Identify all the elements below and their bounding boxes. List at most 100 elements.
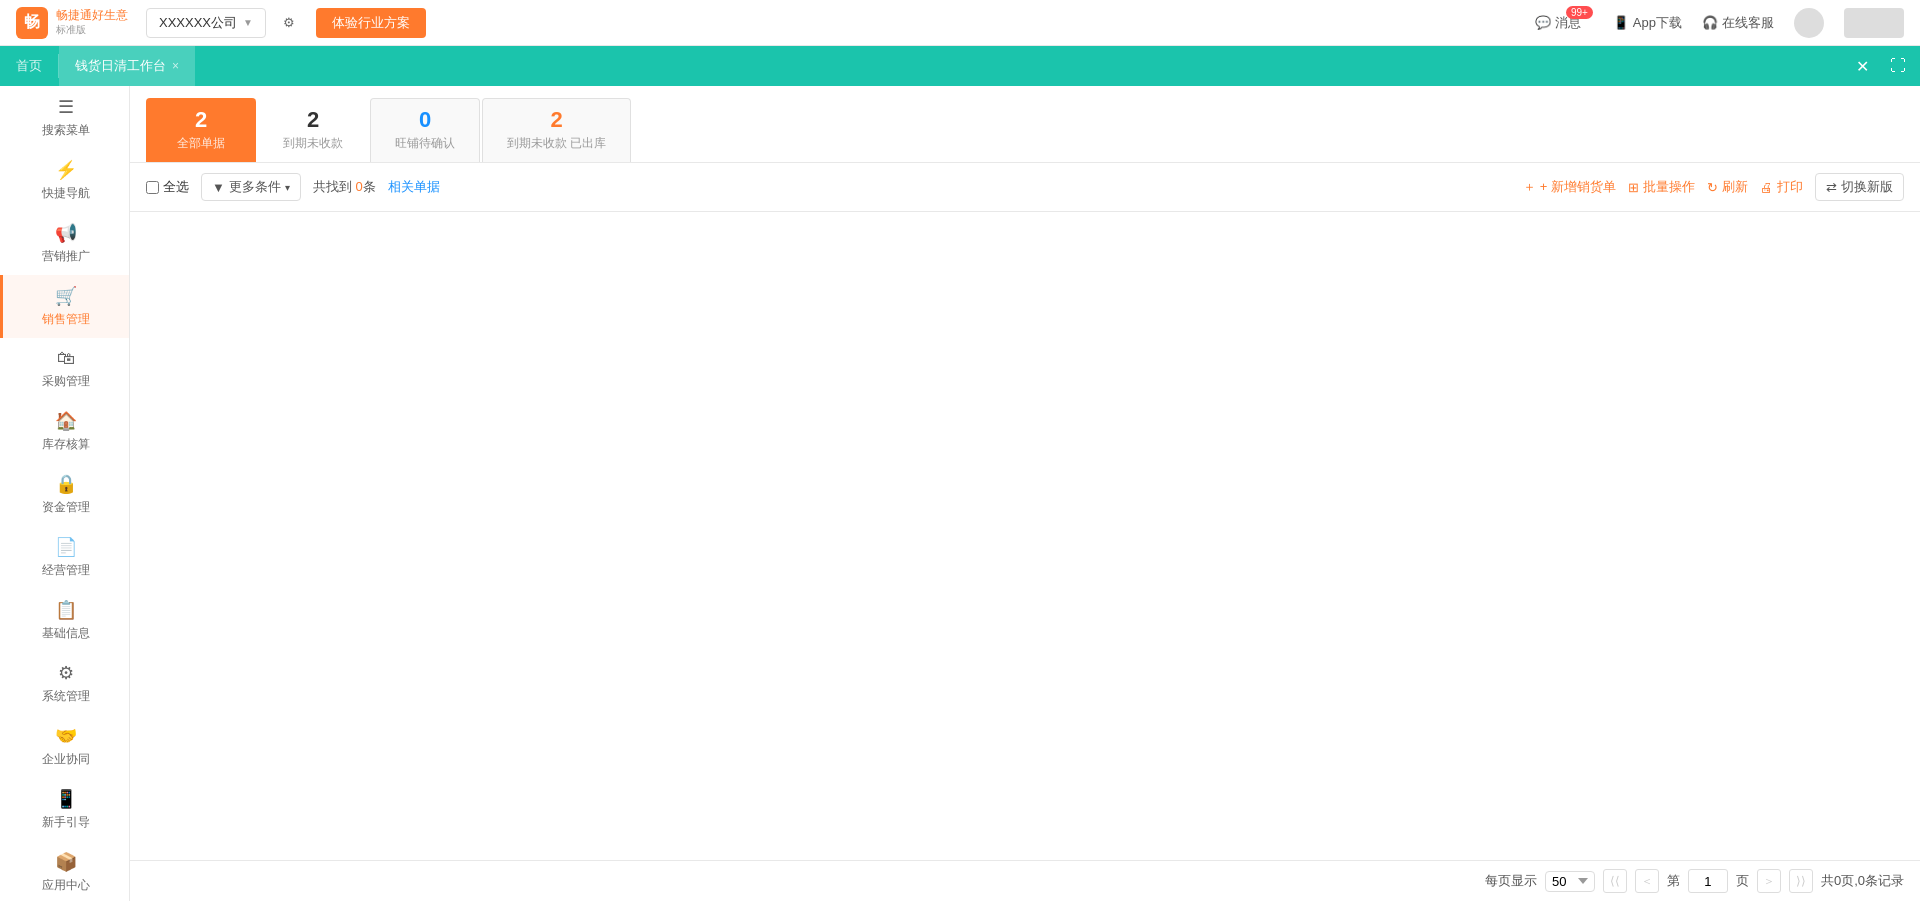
toolbar-right: ＋ + 新增销货单 ⊞ 批量操作 ↻ 刷新 🖨 打印 ⇄ 切换新版 xyxy=(1523,173,1904,201)
sales-icon: 🛒 xyxy=(55,285,77,307)
fullscreen-tab-button[interactable]: ⛶ xyxy=(1884,52,1912,80)
beginner-guide-icon: 📱 xyxy=(55,788,77,810)
prev-page-button[interactable]: ＜ xyxy=(1635,869,1659,893)
filter-icon: ▼ xyxy=(212,180,225,195)
sidebar-item-marketing[interactable]: 📢 营销推广 xyxy=(0,212,129,275)
related-link[interactable]: 相关单据 xyxy=(388,178,440,196)
batch-operations-button[interactable]: ⊞ 批量操作 xyxy=(1628,178,1695,196)
logo-badge: 标准版 xyxy=(56,23,128,37)
sidebar-item-sales[interactable]: 🛒 销售管理 xyxy=(0,275,129,338)
page-size-label: 每页显示 xyxy=(1485,872,1537,890)
user-avatar[interactable] xyxy=(1794,8,1824,38)
quick-nav-icon: ⚡ xyxy=(55,159,77,181)
stat-number-pending: 0 xyxy=(419,107,431,133)
print-icon: 🖨 xyxy=(1760,180,1773,195)
basic-info-label: 基础信息 xyxy=(42,625,90,642)
app-download-label: App下载 xyxy=(1633,14,1682,32)
close-tab-button[interactable]: × xyxy=(172,59,179,73)
filter-button[interactable]: ▼ 更多条件 ▾ xyxy=(201,173,301,201)
logo-text: 畅捷通好生意 xyxy=(56,8,128,24)
sidebar-item-inventory[interactable]: 🏠 库存核算 xyxy=(0,400,129,463)
stat-label-pending: 旺铺待确认 xyxy=(395,135,455,152)
next-page-button[interactable]: ＞ xyxy=(1757,869,1781,893)
trial-button[interactable]: 体验行业方案 xyxy=(316,8,426,38)
home-tab-label: 首页 xyxy=(16,57,42,75)
workbench-tab-label: 钱货日清工作台 xyxy=(75,57,166,75)
online-service-item[interactable]: 🎧 在线客服 xyxy=(1702,14,1774,32)
collapse-tab-button[interactable]: ✕ xyxy=(1848,52,1876,80)
found-text: 共找到 0条 xyxy=(313,178,376,196)
sidebar-item-app-center[interactable]: 📦 应用中心 xyxy=(0,841,129,901)
stat-number-all: 2 xyxy=(195,107,207,133)
funds-icon: 🔒 xyxy=(55,473,77,495)
sys-mgmt-label: 系统管理 xyxy=(42,688,90,705)
search-menu-label: 搜索菜单 xyxy=(42,122,90,139)
marketing-label: 营销推广 xyxy=(42,248,90,265)
stat-tab-overdue[interactable]: 2 到期未收款 xyxy=(258,98,368,162)
switch-icon: ⇄ xyxy=(1826,180,1837,195)
notification-badge: 99+ xyxy=(1566,6,1593,19)
beginner-guide-label: 新手引导 xyxy=(42,814,90,831)
switch-version-button[interactable]: ⇄ 切换新版 xyxy=(1815,173,1904,201)
refresh-button[interactable]: ↻ 刷新 xyxy=(1707,178,1748,196)
quick-nav-label: 快捷导航 xyxy=(42,185,90,202)
headset-icon: 🎧 xyxy=(1702,15,1718,30)
company-selector[interactable]: XXXXXX公司 ▼ xyxy=(146,8,266,38)
logo-icon: 畅 xyxy=(16,7,48,39)
found-unit: 条 xyxy=(363,179,376,194)
sidebar-item-purchase[interactable]: 🛍 采购管理 xyxy=(0,338,129,400)
enterprise-coop-label: 企业协同 xyxy=(42,751,90,768)
sidebar-item-enterprise-coop[interactable]: 🤝 企业协同 xyxy=(0,715,129,778)
nav-tabs-actions: ✕ ⛶ xyxy=(1848,46,1920,86)
last-page-button[interactable]: ⟩⟩ xyxy=(1789,869,1813,893)
found-prefix: 共找到 xyxy=(313,179,352,194)
sidebar-item-sys-mgmt[interactable]: ⚙ 系统管理 xyxy=(0,652,129,715)
add-sales-order-button[interactable]: ＋ + 新增销货单 xyxy=(1523,178,1616,196)
switch-btn-label: 切换新版 xyxy=(1841,178,1893,196)
page-size-select[interactable]: 50 20 100 xyxy=(1545,871,1595,892)
refresh-icon: ↻ xyxy=(1707,180,1718,195)
app-center-icon: 📦 xyxy=(55,851,77,873)
marketing-icon: 📢 xyxy=(55,222,77,244)
stat-tab-all[interactable]: 2 全部单据 xyxy=(146,98,256,162)
home-tab[interactable]: 首页 xyxy=(0,46,58,86)
sidebar-item-search-menu[interactable]: ☰ 搜索菜单 xyxy=(0,86,129,149)
select-all-input[interactable] xyxy=(146,181,159,194)
username-area[interactable] xyxy=(1844,8,1904,38)
select-all-checkbox[interactable]: 全选 xyxy=(146,178,189,196)
notification-item[interactable]: 💬 消息 99+ xyxy=(1535,14,1581,32)
refresh-btn-label: 刷新 xyxy=(1722,178,1748,196)
table-area xyxy=(130,212,1920,860)
top-header: 畅 畅捷通好生意 标准版 XXXXXX公司 ▼ ⚙ 体验行业方案 💬 消息 99… xyxy=(0,0,1920,46)
purchase-label: 采购管理 xyxy=(42,373,90,390)
content-area: 2 全部单据 2 到期未收款 0 旺铺待确认 2 到期未收款 已出库 全选 xyxy=(130,86,1920,901)
print-button[interactable]: 🖨 打印 xyxy=(1760,178,1803,196)
stat-number-overdue: 2 xyxy=(307,107,319,133)
sidebar-item-basic-info[interactable]: 📋 基础信息 xyxy=(0,589,129,652)
workbench-tab[interactable]: 钱货日清工作台 × xyxy=(59,46,195,86)
first-page-button[interactable]: ⟨⟨ xyxy=(1603,869,1627,893)
app-download-item[interactable]: 📱 App下载 xyxy=(1613,14,1682,32)
inventory-icon: 🏠 xyxy=(55,410,77,432)
operations-label: 经营管理 xyxy=(42,562,90,579)
page-label: 第 xyxy=(1667,872,1680,890)
stat-tab-pending[interactable]: 0 旺铺待确认 xyxy=(370,98,480,162)
current-page-input[interactable] xyxy=(1688,869,1728,893)
toolbar: 全选 ▼ 更多条件 ▾ 共找到 0条 相关单据 ＋ + 新增销货单 ⊞ 批量操作 xyxy=(130,163,1920,212)
stats-tabs: 2 全部单据 2 到期未收款 0 旺铺待确认 2 到期未收款 已出库 xyxy=(130,86,1920,163)
operations-icon: 📄 xyxy=(55,536,77,558)
total-info: 共0页,0条记录 xyxy=(1821,872,1904,890)
settings-button[interactable]: ⚙ xyxy=(274,8,304,38)
sidebar-item-quick-nav[interactable]: ⚡ 快捷导航 xyxy=(0,149,129,212)
search-menu-icon: ☰ xyxy=(58,96,74,118)
header-right: 💬 消息 99+ 📱 App下载 🎧 在线客服 xyxy=(1535,8,1904,38)
enterprise-coop-icon: 🤝 xyxy=(55,725,77,747)
batch-icon: ⊞ xyxy=(1628,180,1639,195)
sidebar-item-beginner-guide[interactable]: 📱 新手引导 xyxy=(0,778,129,841)
select-all-label: 全选 xyxy=(163,178,189,196)
sidebar-item-operations[interactable]: 📄 经营管理 xyxy=(0,526,129,589)
filter-arrow-icon: ▾ xyxy=(285,182,290,193)
stat-tab-overdue-shipped[interactable]: 2 到期未收款 已出库 xyxy=(482,98,631,162)
pagination-bar: 每页显示 50 20 100 ⟨⟨ ＜ 第 页 ＞ ⟩⟩ 共0页,0条记录 xyxy=(130,860,1920,901)
sidebar-item-funds[interactable]: 🔒 资金管理 xyxy=(0,463,129,526)
